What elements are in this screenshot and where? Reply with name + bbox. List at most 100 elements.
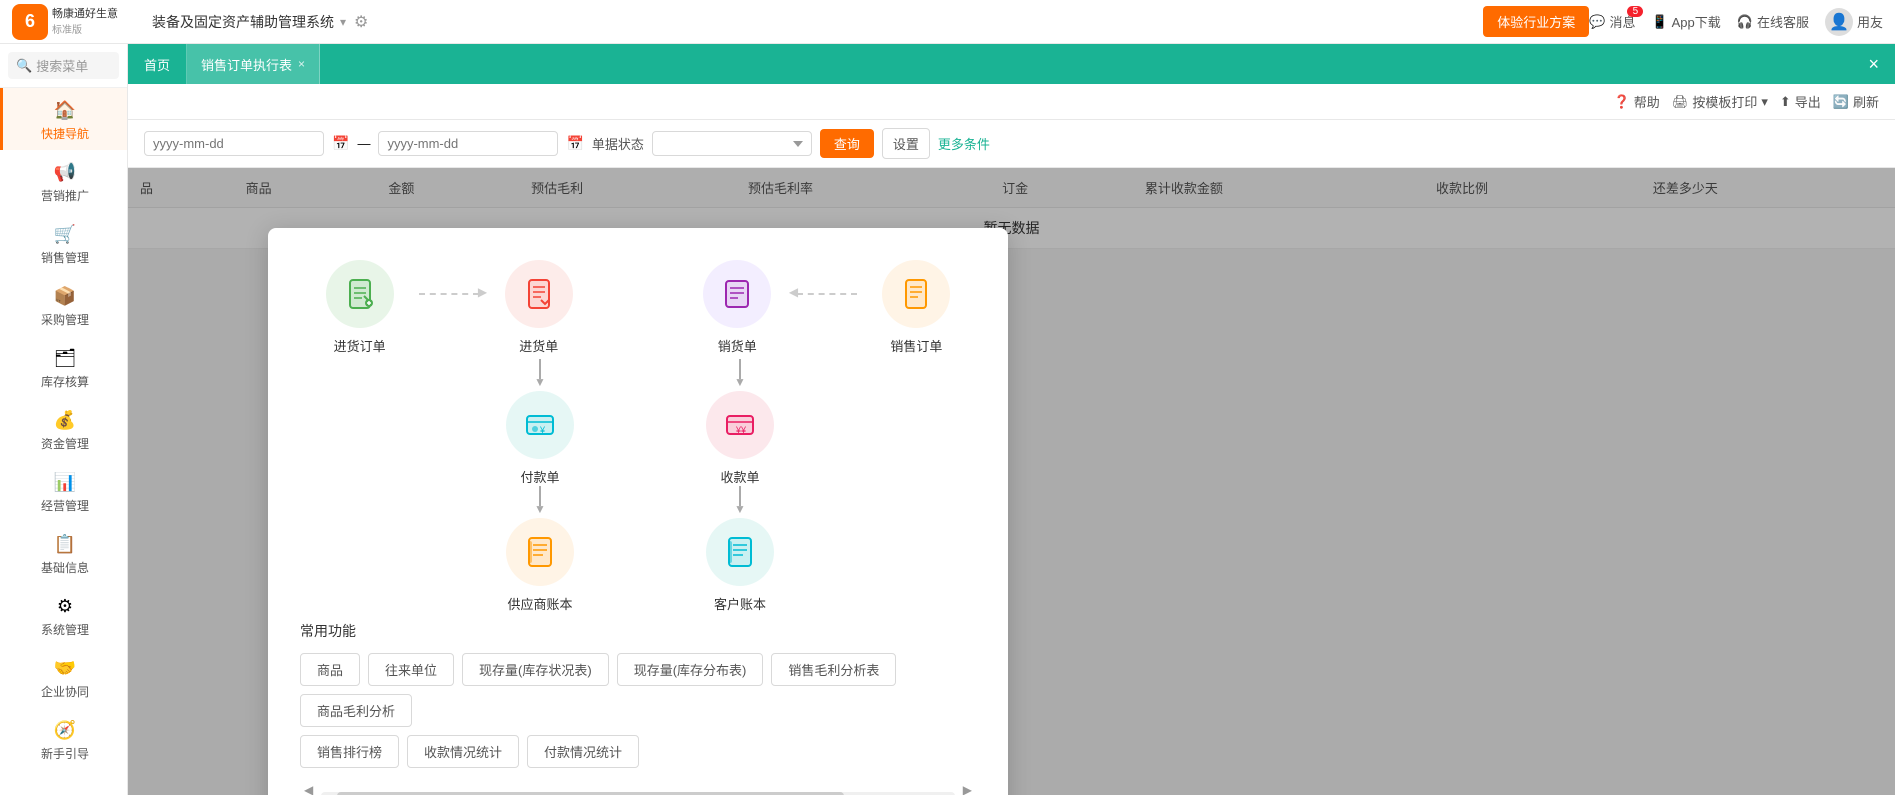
message-icon: 💬 <box>1589 14 1605 30</box>
system-icon: ⚙ <box>57 596 73 617</box>
system-title: 装备及固定资产辅助管理系统 ▾ ⚙ <box>140 12 1471 32</box>
sidebar-item-basic[interactable]: 📋 基础信息 <box>0 522 127 584</box>
calendar-icon[interactable]: 📅 <box>332 135 349 152</box>
headset-icon: 🎧 <box>1737 14 1753 30</box>
status-select[interactable] <box>652 131 812 156</box>
tab-close-icon[interactable]: × <box>298 57 305 71</box>
func-btn-partner[interactable]: 往来单位 <box>368 653 454 686</box>
print-icon: 🖨 <box>1672 94 1689 110</box>
refresh-icon: 🔄 <box>1833 94 1849 110</box>
svg-text:¥: ¥ <box>539 425 546 435</box>
logo-area: 6 畅康通好生意 标准版 <box>12 4 140 40</box>
receipt-bill-icon: ¥¥ <box>706 391 774 459</box>
mobile-icon: 📱 <box>1651 14 1667 30</box>
setting-button[interactable]: 设置 <box>882 128 930 159</box>
sales-icon: 🛒 <box>54 224 76 245</box>
logo-text: 畅康通好生意 标准版 <box>52 7 118 36</box>
supplier-ledger-icon <box>506 518 574 586</box>
sales-bill-icon <box>703 260 771 328</box>
modal-box: 进货订单 ▶ <box>268 228 1008 795</box>
logo-icon: 6 <box>12 4 48 40</box>
common-functions-title: 常用功能 <box>300 621 976 641</box>
sidebar-item-system[interactable]: ⚙ 系统管理 <box>0 584 127 646</box>
page-content: 品 商品 金额 预估毛利 预估毛利率 订金 累计收款金额 收款比例 还差多少天 <box>128 168 1895 795</box>
online-service-item[interactable]: 🎧 在线客服 <box>1737 12 1809 31</box>
sidebar-item-finance[interactable]: 💰 资金管理 <box>0 398 127 460</box>
func-btn-payment-stats[interactable]: 付款情况统计 <box>527 735 639 768</box>
filter-area: 📅 — 📅 单据状态 查询 设置 更多条件 <box>128 120 1895 168</box>
flow-node-supplier-ledger: 供应商账本 <box>480 518 600 613</box>
sidebar-item-inventory[interactable]: 🗂 库存核算 <box>0 336 127 398</box>
tab-sales-order-exec[interactable]: 销售订单执行表 × <box>187 44 320 84</box>
dropdown-arrow-icon[interactable]: ▾ <box>340 15 346 29</box>
customer-ledger-icon <box>706 518 774 586</box>
refresh-button[interactable]: 🔄 刷新 <box>1833 92 1879 111</box>
query-button[interactable]: 查询 <box>820 129 874 158</box>
user-name: 用友 <box>1857 12 1883 31</box>
sidebar-item-marketing[interactable]: 📢 营销推广 <box>0 150 127 212</box>
operation-icon: 📊 <box>54 472 76 493</box>
message-icon-item[interactable]: 💬 消息 5 <box>1589 12 1635 31</box>
collab-icon: 🤝 <box>54 658 76 679</box>
export-button[interactable]: ⬆ 导出 <box>1780 92 1821 111</box>
sidebar-item-collab[interactable]: 🤝 企业协同 <box>0 646 127 708</box>
func-btn-product-profit[interactable]: 商品毛利分析 <box>300 694 412 727</box>
content-area: 首页 销售订单执行表 × × ❓ 帮助 🖨 <box>128 44 1895 795</box>
flow-node-payment-bill: ¥ 付款单 <box>480 391 600 486</box>
marketing-icon: 📢 <box>54 162 76 183</box>
func-buttons-row2: 销售排行榜 收款情况统计 付款情况统计 <box>300 735 976 768</box>
purchase-icon: 📦 <box>54 286 76 307</box>
common-functions: 常用功能 商品 往来单位 现存量(库存状况表) 现存量(库存分布表) 销售毛利分… <box>300 621 976 768</box>
flow-node-purchase-order: 进货订单 <box>300 260 419 355</box>
date-from-input[interactable] <box>144 131 324 156</box>
app-download-item[interactable]: 📱 App下载 <box>1651 12 1720 31</box>
calendar-icon-2[interactable]: 📅 <box>566 135 583 152</box>
modal-content: 进货订单 ▶ <box>268 228 1008 795</box>
scroll-left-arrow[interactable]: ◀ <box>300 783 317 795</box>
message-badge: 5 <box>1627 6 1643 17</box>
sidebar-search[interactable]: 🔍 搜索菜单 <box>0 44 127 88</box>
settings-gear-icon[interactable]: ⚙ <box>354 12 368 32</box>
page-toolbar: ❓ 帮助 🖨 按模板打印 ▾ ⬆ 导出 🔄 刷新 <box>128 84 1895 120</box>
quick-nav-icon: 🏠 <box>54 100 76 121</box>
print-dropdown-icon: ▾ <box>1761 94 1768 110</box>
svg-text:¥¥: ¥¥ <box>735 425 747 435</box>
search-icon: 🔍 <box>16 58 32 74</box>
top-bar: 6 畅康通好生意 标准版 装备及固定资产辅助管理系统 ▾ ⚙ 体验行业方案 💬 … <box>0 0 1895 44</box>
tab-bar-close-icon[interactable]: × <box>1852 54 1895 75</box>
avatar: 👤 <box>1825 8 1853 36</box>
template-print-button[interactable]: 🖨 按模板打印 ▾ <box>1672 92 1768 111</box>
sidebar-item-newbie[interactable]: 🧭 新手引导 <box>0 708 127 770</box>
func-btn-product[interactable]: 商品 <box>300 653 360 686</box>
flow-node-purchase-bill: 进货单 <box>479 260 598 355</box>
sales-order-icon <box>882 260 950 328</box>
user-item[interactable]: 👤 用友 <box>1825 8 1883 36</box>
func-btn-stock-status[interactable]: 现存量(库存状况表) <box>462 653 609 686</box>
basic-icon: 📋 <box>54 534 76 555</box>
func-buttons-row1: 商品 往来单位 现存量(库存状况表) 现存量(库存分布表) 销售毛利分析表 商品… <box>300 653 976 727</box>
export-icon: ⬆ <box>1780 94 1791 110</box>
sidebar: 🔍 搜索菜单 🏠 快捷导航 📢 营销推广 🛒 销售管理 📦 采购管理 <box>0 44 128 795</box>
sidebar-item-quick-nav[interactable]: 🏠 快捷导航 <box>0 88 127 150</box>
finance-icon: 💰 <box>54 410 76 431</box>
system-name: 装备及固定资产辅助管理系统 <box>152 12 334 32</box>
help-icon: ❓ <box>1614 94 1630 110</box>
tab-home[interactable]: 首页 <box>128 44 187 84</box>
func-btn-receipt-stats[interactable]: 收款情况统计 <box>407 735 519 768</box>
trial-button[interactable]: 体验行业方案 <box>1483 6 1589 37</box>
sidebar-item-purchase[interactable]: 📦 采购管理 <box>0 274 127 336</box>
modal-overlay[interactable]: 进货订单 ▶ <box>128 168 1895 795</box>
purchase-order-icon <box>326 260 394 328</box>
newbie-icon: 🧭 <box>54 720 76 741</box>
page-inner: ❓ 帮助 🖨 按模板打印 ▾ ⬆ 导出 🔄 刷新 <box>128 84 1895 795</box>
inventory-icon: 🗂 <box>54 348 77 369</box>
func-btn-sales-profit[interactable]: 销售毛利分析表 <box>771 653 896 686</box>
date-to-input[interactable] <box>378 131 558 156</box>
sidebar-item-operation[interactable]: 📊 经营管理 <box>0 460 127 522</box>
scroll-right-arrow[interactable]: ▶ <box>959 783 976 795</box>
func-btn-sales-rank[interactable]: 销售排行榜 <box>300 735 399 768</box>
func-btn-stock-dist[interactable]: 现存量(库存分布表) <box>617 653 764 686</box>
more-conditions-link[interactable]: 更多条件 <box>938 134 990 153</box>
help-button[interactable]: ❓ 帮助 <box>1614 92 1660 111</box>
sidebar-item-sales[interactable]: 🛒 销售管理 <box>0 212 127 274</box>
